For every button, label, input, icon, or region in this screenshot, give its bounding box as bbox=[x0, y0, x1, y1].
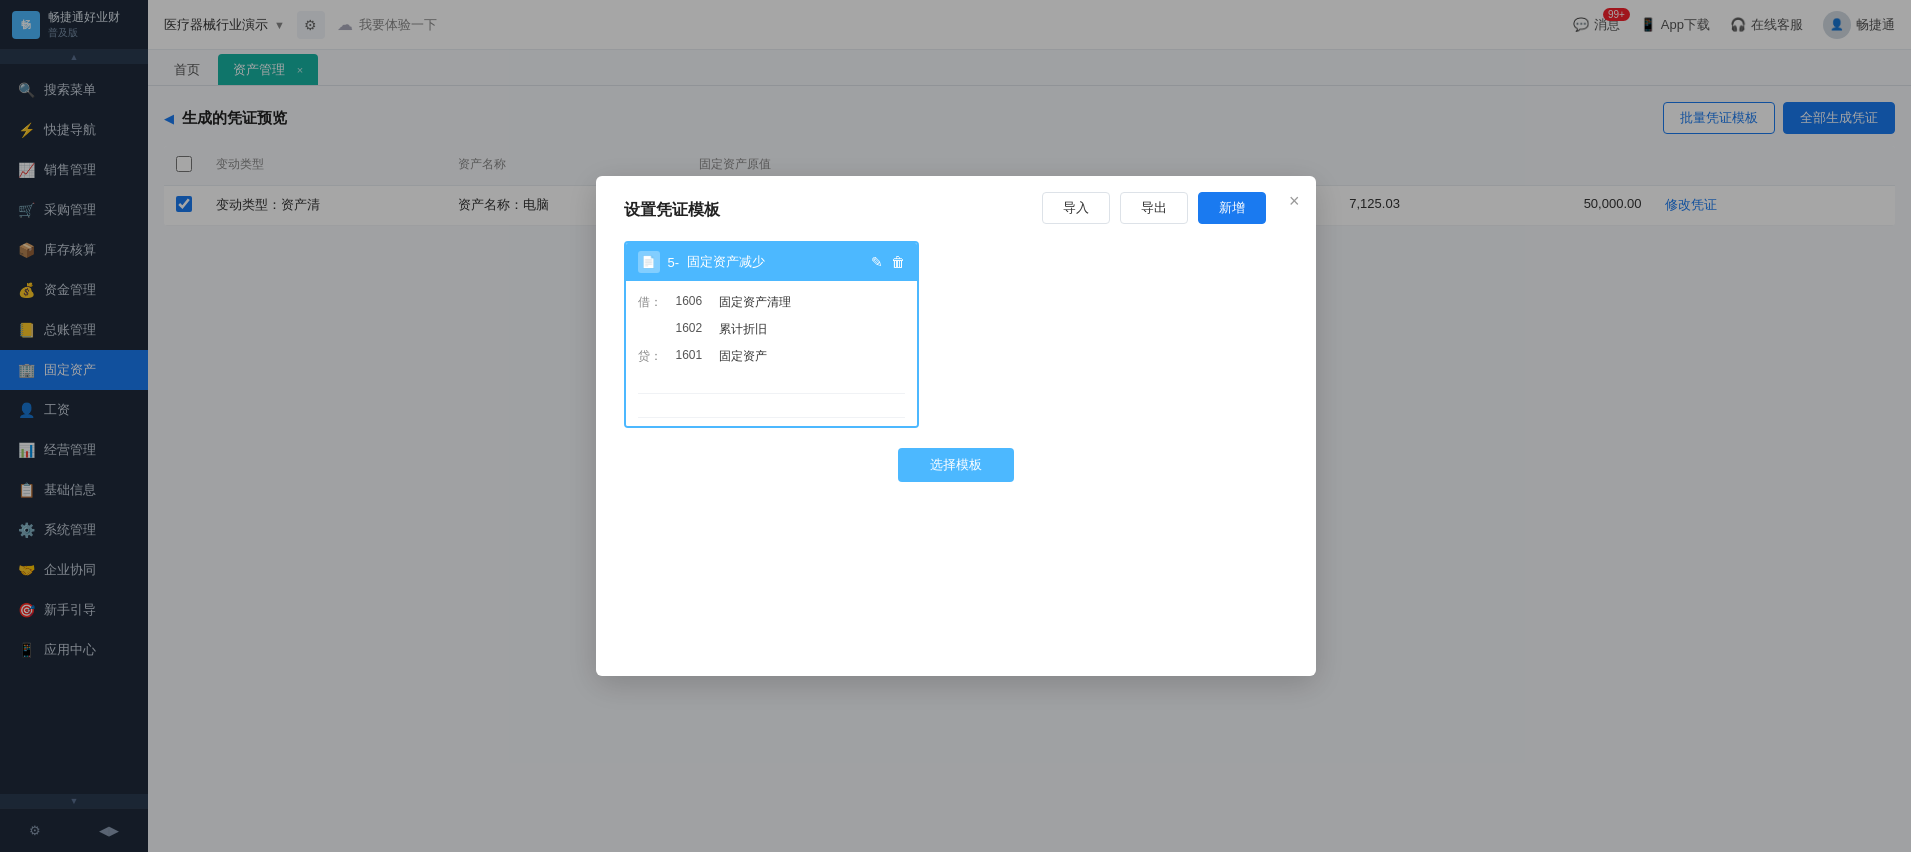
entry-code-0: 1606 bbox=[676, 294, 711, 311]
template-title-area: 📄 5- 固定资产减少 bbox=[638, 251, 766, 273]
template-entry-2: 贷： 1601 固定资产 bbox=[626, 343, 917, 370]
select-template-area: 选择模板 bbox=[624, 448, 1288, 482]
export-btn[interactable]: 导出 bbox=[1120, 192, 1188, 224]
template-empty-rows bbox=[626, 370, 917, 418]
dialog-close-btn[interactable]: × bbox=[1289, 192, 1300, 210]
template-entry-0: 借： 1606 固定资产清理 bbox=[626, 289, 917, 316]
empty-row-1 bbox=[638, 370, 905, 394]
template-edit-btn[interactable]: ✎ bbox=[871, 254, 883, 270]
entry-name-0: 固定资产清理 bbox=[719, 294, 905, 311]
template-card-actions: ✎ 🗑 bbox=[871, 254, 905, 270]
modal-overlay[interactable]: 设置凭证模板 导入 导出 新增 × 📄 5-固定资产减少 ✎ 🗑 借： bbox=[0, 0, 1911, 852]
new-template-btn[interactable]: 新增 bbox=[1198, 192, 1266, 224]
dialog-action-buttons: 导入 导出 新增 bbox=[1042, 192, 1266, 224]
entry-side-1 bbox=[638, 321, 668, 338]
select-template-btn[interactable]: 选择模板 bbox=[898, 448, 1014, 482]
dialog: 设置凭证模板 导入 导出 新增 × 📄 5-固定资产减少 ✎ 🗑 借： bbox=[596, 176, 1316, 676]
entry-name-1: 累计折旧 bbox=[719, 321, 905, 338]
template-doc-icon: 📄 bbox=[638, 251, 660, 273]
empty-row-2 bbox=[638, 394, 905, 418]
template-card: 📄 5- 固定资产减少 ✎ 🗑 借： 1606 固定资产清理 1602 累计折旧 bbox=[624, 241, 919, 428]
entry-code-1: 1602 bbox=[676, 321, 711, 338]
entry-side-0: 借： bbox=[638, 294, 668, 311]
template-card-header: 📄 5- 固定资产减少 ✎ 🗑 bbox=[626, 243, 917, 281]
template-card-body: 借： 1606 固定资产清理 1602 累计折旧 贷： 1601 固定资产 bbox=[626, 281, 917, 426]
template-entry-1: 1602 累计折旧 bbox=[626, 316, 917, 343]
entry-side-2: 贷： bbox=[638, 348, 668, 365]
import-btn[interactable]: 导入 bbox=[1042, 192, 1110, 224]
template-id: 5- bbox=[668, 255, 680, 270]
entry-code-2: 1601 bbox=[676, 348, 711, 365]
template-delete-btn[interactable]: 🗑 bbox=[891, 254, 905, 270]
entry-name-2: 固定资产 bbox=[719, 348, 905, 365]
template-name: 固定资产减少 bbox=[687, 253, 765, 271]
